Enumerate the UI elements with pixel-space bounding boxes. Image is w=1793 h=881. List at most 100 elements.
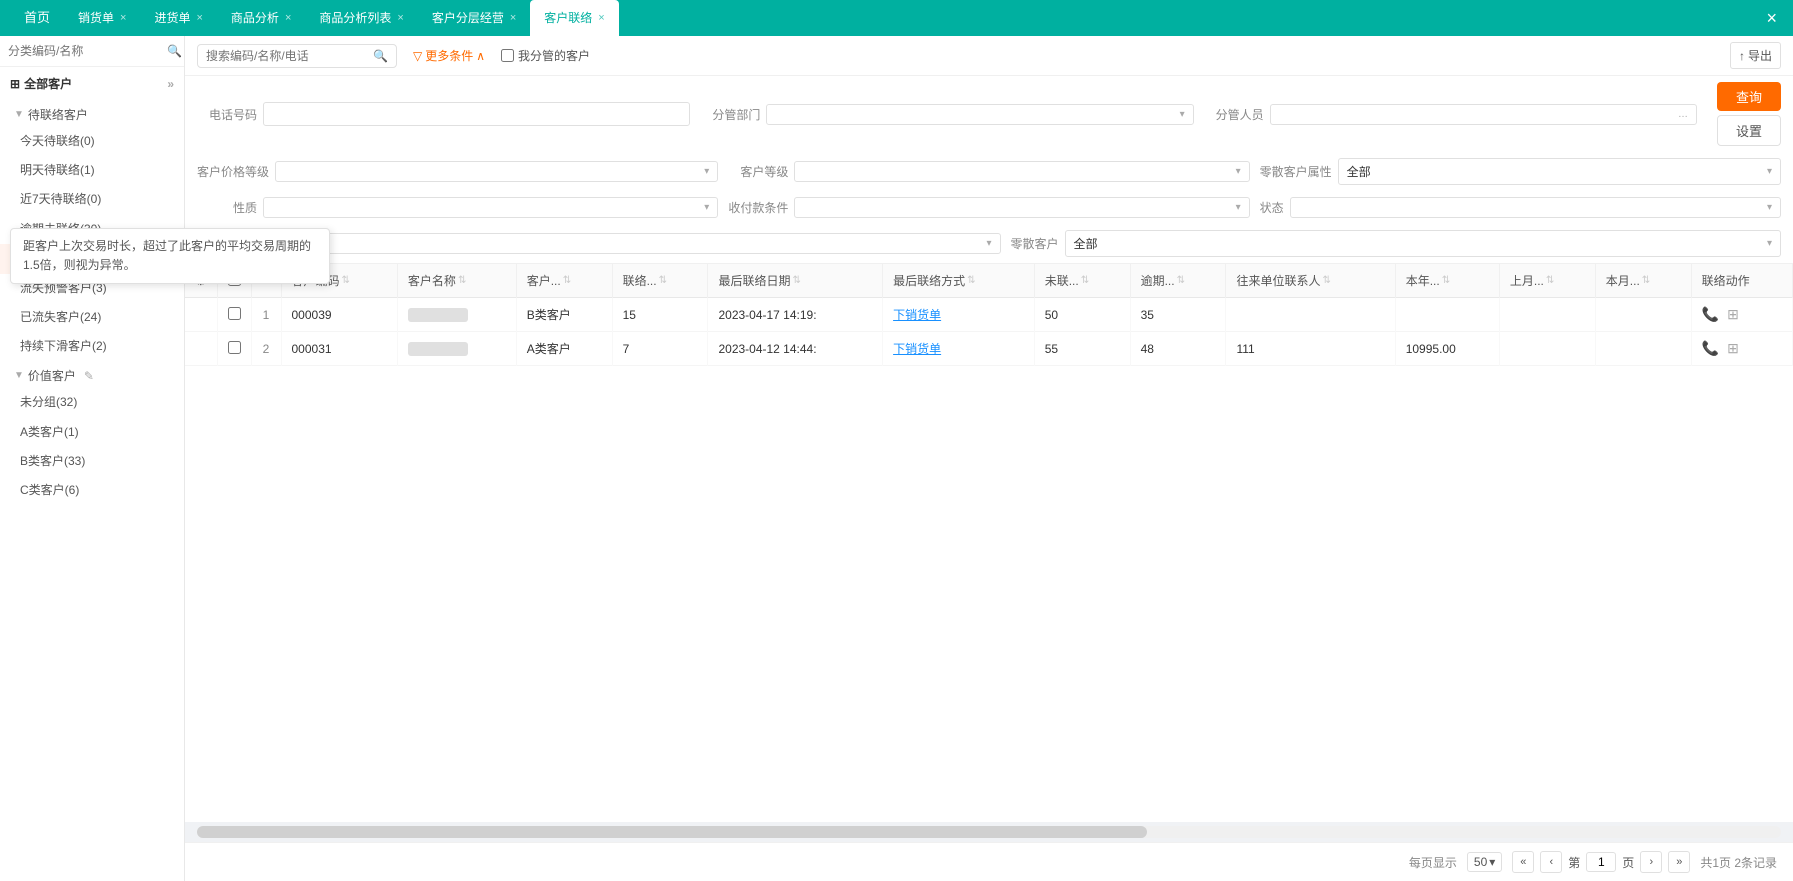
search-input[interactable]	[206, 49, 369, 63]
retail-customer-select[interactable]: 全部 ▾	[1065, 230, 1781, 257]
row1-select-checkbox[interactable]	[228, 307, 241, 320]
col-this-year[interactable]: 本年... ⇅	[1395, 264, 1499, 298]
row2-this-year: 10995.00	[1395, 332, 1499, 366]
retail-attr-select[interactable]: 全部 ▾	[1338, 158, 1781, 185]
sidebar-search-input[interactable]	[8, 44, 163, 58]
nav-product-list-close[interactable]: ×	[397, 0, 403, 36]
col-contact[interactable]: 联络... ⇅	[612, 264, 708, 298]
person-select[interactable]: …	[1270, 104, 1697, 125]
calendar-icon-2[interactable]: ⊞	[1727, 340, 1739, 357]
filter-phone: 电话号码	[197, 102, 690, 126]
phone-icon-2[interactable]: 📞	[1702, 340, 1719, 357]
customer-level-select[interactable]: ▾	[794, 161, 1249, 182]
nav-purchase[interactable]: 进货单 ×	[140, 0, 216, 36]
filter-dept: 分管部门 ▾	[700, 104, 1193, 125]
sidebar-pending-group[interactable]: ▼ 待联络客户	[0, 100, 184, 127]
col-unit-contact[interactable]: 往来单位联系人 ⇅	[1226, 264, 1395, 298]
nav-customer-tier-close[interactable]: ×	[510, 0, 516, 36]
row2-last-month	[1499, 332, 1595, 366]
nav-sales-close[interactable]: ×	[120, 0, 126, 36]
more-conditions-button[interactable]: ▽ 更多条件 ∧	[407, 43, 491, 68]
sidebar-item-b-class[interactable]: B类客户(33)	[0, 447, 184, 476]
dept-select[interactable]: ▾	[766, 104, 1193, 125]
sidebar-item-lost[interactable]: 已流失客户(24)	[0, 303, 184, 332]
row1-name[interactable]	[397, 298, 516, 332]
nav-sales[interactable]: 销货单 ×	[64, 0, 140, 36]
per-page-select[interactable]: 50 ▾	[1467, 852, 1502, 872]
chevron-down-icon-8: ▾	[1767, 202, 1772, 213]
horizontal-scrollbar[interactable]	[197, 826, 1781, 838]
row1-last-contact-date: 2023-04-17 14:19:	[708, 298, 883, 332]
query-button[interactable]: 查询	[1717, 82, 1781, 111]
nav-home[interactable]: 首页	[10, 0, 64, 36]
nav-product-analysis[interactable]: 商品分析 ×	[217, 0, 305, 36]
search-icon[interactable]: 🔍	[373, 49, 388, 63]
nav-customer-contact-close[interactable]: ×	[598, 0, 604, 36]
nav-product-analysis-close[interactable]: ×	[285, 0, 291, 36]
col-last-month[interactable]: 上月... ⇅	[1499, 264, 1595, 298]
sidebar-item-ungrouped[interactable]: 未分组(32)	[0, 388, 184, 417]
sidebar-item-7days[interactable]: 近7天待联络(0)	[0, 185, 184, 214]
sidebar-collapse-icon[interactable]: »	[167, 77, 174, 91]
content-area: 🔍 ▽ 更多条件 ∧ 我分管的客户 ↑ 导出 电话号码	[185, 36, 1793, 881]
col-overdue[interactable]: 逾期... ⇅	[1130, 264, 1226, 298]
tooltip-repurchase: 距客户上次交易时长，超过了此客户的平均交易周期的1.5倍，则视为异常。	[10, 228, 330, 284]
chevron-down-icon-10: ▾	[1767, 238, 1772, 249]
sidebar-item-tomorrow[interactable]: 明天待联络(1)	[0, 156, 184, 185]
phone-input[interactable]	[263, 102, 690, 126]
row2-last-contact-method[interactable]: 下销货单	[883, 332, 1035, 366]
row1-checkbox[interactable]	[217, 298, 251, 332]
grid-icon: ⊞	[10, 77, 20, 91]
page-number-input[interactable]	[1586, 852, 1616, 872]
prev-page-button[interactable]: ‹	[1540, 851, 1562, 873]
sidebar-item-a-class[interactable]: A类客户(1)	[0, 418, 184, 447]
sidebar-value-group[interactable]: ▼ 价值客户 ✎	[0, 361, 184, 388]
sidebar-all-customers[interactable]: ⊞ 全部客户 »	[0, 67, 184, 100]
price-level-select[interactable]: ▾	[275, 161, 718, 182]
last-page-button[interactable]: »	[1668, 851, 1690, 873]
col-name[interactable]: 客户名称 ⇅	[397, 264, 516, 298]
sidebar-item-c-class[interactable]: C类客户(6)	[0, 476, 184, 505]
row1-code[interactable]: 000039	[281, 298, 397, 332]
col-this-month[interactable]: 本月... ⇅	[1595, 264, 1691, 298]
gender-select[interactable]: ▾	[263, 197, 718, 218]
chevron-down-icon-9: ▾	[986, 238, 991, 249]
col-last-contact-method[interactable]: 最后联络方式 ⇅	[883, 264, 1035, 298]
col-customer-type[interactable]: 客户... ⇅	[516, 264, 612, 298]
top-navigation: 首页 销货单 × 进货单 × 商品分析 × 商品分析列表 × 客户分层经营 × …	[0, 0, 1793, 36]
row2-code[interactable]: 000031	[281, 332, 397, 366]
payment-select[interactable]: ▾	[794, 197, 1249, 218]
status-select[interactable]: ▾	[1290, 197, 1781, 218]
chevron-down-icon-11: ▾	[1489, 855, 1495, 869]
next-page-button[interactable]: ›	[1640, 851, 1662, 873]
sidebar-item-today[interactable]: 今天待联络(0)	[0, 127, 184, 156]
customer-type-select[interactable]: ▾	[296, 233, 1001, 254]
calendar-icon[interactable]: ⊞	[1727, 306, 1739, 323]
row1-last-contact-method[interactable]: 下销货单	[883, 298, 1035, 332]
row2-last-contact-date: 2023-04-12 14:44:	[708, 332, 883, 366]
window-close-button[interactable]: ×	[1760, 8, 1783, 29]
row2-name[interactable]	[397, 332, 516, 366]
col-not-contact[interactable]: 未联... ⇅	[1034, 264, 1130, 298]
first-page-button[interactable]: «	[1512, 851, 1534, 873]
export-button[interactable]: ↑ 导出	[1730, 42, 1781, 69]
chevron-down-icon-7: ▾	[1236, 202, 1241, 213]
sidebar-search-icon[interactable]: 🔍	[167, 44, 182, 58]
my-customers-checkbox[interactable]	[501, 49, 514, 62]
nav-purchase-close[interactable]: ×	[196, 0, 202, 36]
sidebar-item-declining[interactable]: 持续下滑客户(2)	[0, 332, 184, 361]
nav-customer-tier[interactable]: 客户分层经营 ×	[418, 0, 530, 36]
value-group-edit-icon[interactable]: ✎	[84, 369, 94, 383]
row2-select-checkbox[interactable]	[228, 341, 241, 354]
scrollbar-thumb[interactable]	[197, 826, 1147, 838]
col-last-contact-date[interactable]: 最后联络日期 ⇅	[708, 264, 883, 298]
col-action: 联络动作	[1691, 264, 1792, 298]
action-buttons: 查询 设置	[1717, 82, 1781, 146]
row2-unit-contact: 111	[1226, 332, 1395, 366]
row2-checkbox[interactable]	[217, 332, 251, 366]
nav-customer-contact[interactable]: 客户联络 ×	[530, 0, 618, 36]
settings-button[interactable]: 设置	[1717, 115, 1781, 146]
phone-icon[interactable]: 📞	[1702, 306, 1719, 323]
nav-product-list[interactable]: 商品分析列表 ×	[305, 0, 417, 36]
data-table-container: ⚙ 客户编码 ⇅ 客户名称	[185, 264, 1793, 822]
